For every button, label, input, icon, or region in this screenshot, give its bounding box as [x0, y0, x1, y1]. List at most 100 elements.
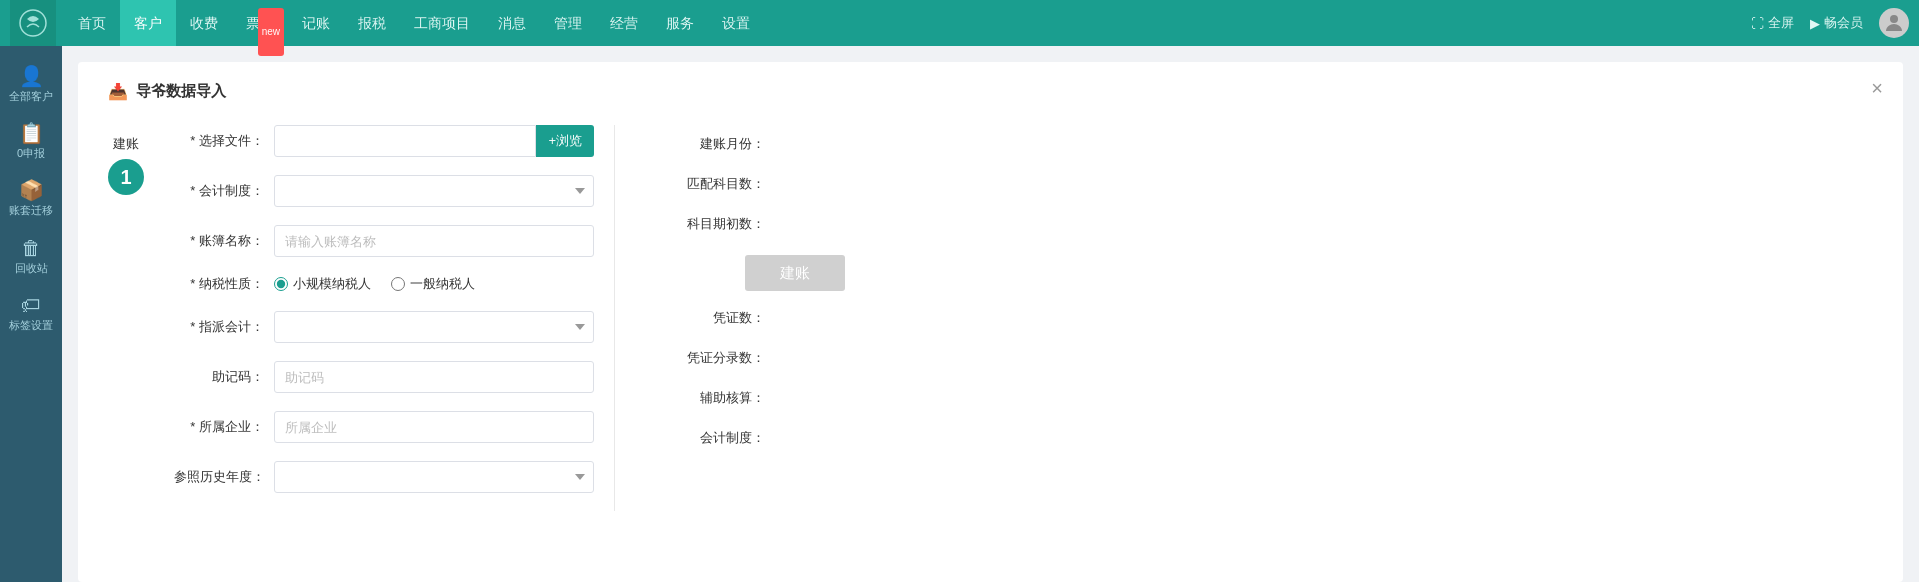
form-section: * 选择文件： +浏览 * 会计制度： * 账簿名称： — [174, 125, 594, 511]
tax-general-option[interactable]: 一般纳税人 — [391, 275, 475, 293]
fullscreen-btn[interactable]: ⛶ 全屏 — [1751, 14, 1794, 32]
sidebar-item-label: 全部客户 — [9, 90, 53, 103]
ledger-name-row: * 账簿名称： — [174, 225, 594, 257]
vip-btn[interactable]: ▶ 畅会员 — [1810, 14, 1863, 32]
user-avatar[interactable] — [1879, 8, 1909, 38]
accounting-system-row: * 会计制度： — [174, 175, 594, 207]
dialog-import: 📥 导爷数据导入 × 建账 1 * 选择文件： +浏览 — [78, 62, 1903, 582]
aux-accounting-row: 辅助核算： — [675, 389, 915, 407]
all-customers-icon: 👤 — [19, 66, 44, 86]
match-subjects-label: 匹配科目数： — [675, 175, 765, 193]
history-year-row: 参照历史年度： — [174, 461, 594, 493]
nav-operations[interactable]: 经营 — [596, 0, 652, 46]
declaration-icon: 📋 — [19, 123, 44, 143]
nav-messages[interactable]: 消息 — [484, 0, 540, 46]
company-input[interactable] — [274, 411, 594, 443]
build-btn-area: 建账 — [675, 255, 915, 291]
voucher-count-label: 凭证数： — [675, 309, 765, 327]
tax-type-row: * 纳税性质： 小规模纳税人 一般纳税人 — [174, 275, 594, 293]
step-section-label: 建账 — [113, 135, 139, 153]
tax-type-label: * 纳税性质： — [174, 275, 264, 293]
sidebar-item-migration[interactable]: 📦 账套迁移 — [0, 170, 62, 227]
file-row: * 选择文件： +浏览 — [174, 125, 594, 157]
sidebar-item-tags[interactable]: 🏷 标签设置 — [0, 285, 62, 342]
company-row: * 所属企业： — [174, 411, 594, 443]
aux-accounting-label: 辅助核算： — [675, 389, 765, 407]
file-browse-button[interactable]: +浏览 — [536, 125, 594, 157]
memo-code-input[interactable] — [274, 361, 594, 393]
new-badge: new — [258, 8, 284, 56]
ledger-name-input[interactable] — [274, 225, 594, 257]
build-month-row: 建账月份： — [675, 135, 915, 153]
voucher-entries-row: 凭证分录数： — [675, 349, 915, 367]
sidebar-item-label: 标签设置 — [9, 319, 53, 332]
sidebar-item-recycle[interactable]: 🗑 回收站 — [0, 228, 62, 285]
info-section: 建账月份： 匹配科目数： 科目期初数： 建账 凭证数： — [635, 125, 915, 511]
sidebar-item-declaration[interactable]: 📋 0申报 — [0, 113, 62, 170]
fullscreen-icon: ⛶ — [1751, 16, 1764, 31]
accountant-select[interactable] — [274, 311, 594, 343]
accountant-row: * 指派会计： — [174, 311, 594, 343]
company-label: * 所属企业： — [174, 418, 264, 436]
sidebar-item-label: 0申报 — [17, 147, 45, 160]
tax-small-option[interactable]: 小规模纳税人 — [274, 275, 371, 293]
nav-tax[interactable]: 报税 — [344, 0, 400, 46]
recycle-icon: 🗑 — [21, 238, 41, 258]
nav-services[interactable]: 服务 — [652, 0, 708, 46]
nav-settings[interactable]: 设置 — [708, 0, 764, 46]
history-year-label: 参照历史年度： — [174, 468, 264, 486]
tax-small-label: 小规模纳税人 — [293, 275, 371, 293]
app-logo[interactable] — [10, 0, 56, 46]
nav-management[interactable]: 管理 — [540, 0, 596, 46]
accounting-system-info-row: 会计制度： — [675, 429, 915, 447]
voucher-entries-label: 凭证分录数： — [675, 349, 765, 367]
init-balance-row: 科目期初数： — [675, 215, 915, 233]
nav-right: ⛶ 全屏 ▶ 畅会员 — [1751, 8, 1909, 38]
import-icon: 📥 — [108, 82, 128, 101]
nav-bookkeeping[interactable]: 记账 — [288, 0, 344, 46]
close-button[interactable]: × — [1871, 78, 1883, 98]
left-sidebar: 👤 全部客户 📋 0申报 📦 账套迁移 🗑 回收站 🏷 标签设置 — [0, 46, 62, 582]
vertical-divider — [614, 125, 615, 511]
ledger-name-label: * 账簿名称： — [174, 232, 264, 250]
tax-type-radio-group: 小规模纳税人 一般纳税人 — [274, 275, 475, 293]
svg-point-1 — [1890, 15, 1898, 23]
tax-small-radio[interactable] — [274, 277, 288, 291]
svg-point-0 — [20, 10, 46, 36]
accounting-system-info-label: 会计制度： — [675, 429, 765, 447]
history-year-select[interactable] — [274, 461, 594, 493]
nav-business[interactable]: 工商项目 — [400, 0, 484, 46]
main-content: 📥 导爷数据导入 × 建账 1 * 选择文件： +浏览 — [62, 46, 1919, 582]
file-label: * 选择文件： — [174, 132, 264, 150]
dialog-header: 📥 导爷数据导入 — [108, 82, 1873, 101]
nav-customer[interactable]: 客户 — [120, 0, 176, 46]
nav-home[interactable]: 首页 — [64, 0, 120, 46]
step-indicator: 建账 1 — [108, 125, 144, 511]
vip-icon: ▶ — [1810, 16, 1820, 31]
tax-general-radio[interactable] — [391, 277, 405, 291]
dialog-title: 导爷数据导入 — [136, 82, 226, 101]
sidebar-item-label: 账套迁移 — [9, 204, 53, 217]
nav-fees[interactable]: 收费 — [176, 0, 232, 46]
migration-icon: 📦 — [19, 180, 44, 200]
match-subjects-row: 匹配科目数： — [675, 175, 915, 193]
tax-general-label: 一般纳税人 — [410, 275, 475, 293]
sidebar-item-label: 回收站 — [15, 262, 48, 275]
top-nav: 首页 客户 收费 票据 new 记账 报税 工商项目 消息 管理 经营 服务 设… — [0, 0, 1919, 46]
memo-code-label: 助记码： — [174, 368, 264, 386]
sidebar-item-all-customers[interactable]: 👤 全部客户 — [0, 56, 62, 113]
tags-icon: 🏷 — [21, 295, 41, 315]
memo-code-row: 助记码： — [174, 361, 594, 393]
build-month-label: 建账月份： — [675, 135, 765, 153]
accounting-system-label: * 会计制度： — [174, 182, 264, 200]
file-input[interactable] — [274, 125, 536, 157]
build-button[interactable]: 建账 — [745, 255, 845, 291]
step-circle: 1 — [108, 159, 144, 195]
accounting-system-select[interactable] — [274, 175, 594, 207]
nav-tickets[interactable]: 票据 new — [232, 0, 288, 46]
init-balance-label: 科目期初数： — [675, 215, 765, 233]
file-input-group: +浏览 — [274, 125, 594, 157]
nav-menu: 首页 客户 收费 票据 new 记账 报税 工商项目 消息 管理 经营 服务 设… — [64, 0, 1751, 46]
voucher-count-row: 凭证数： — [675, 309, 915, 327]
accountant-label: * 指派会计： — [174, 318, 264, 336]
